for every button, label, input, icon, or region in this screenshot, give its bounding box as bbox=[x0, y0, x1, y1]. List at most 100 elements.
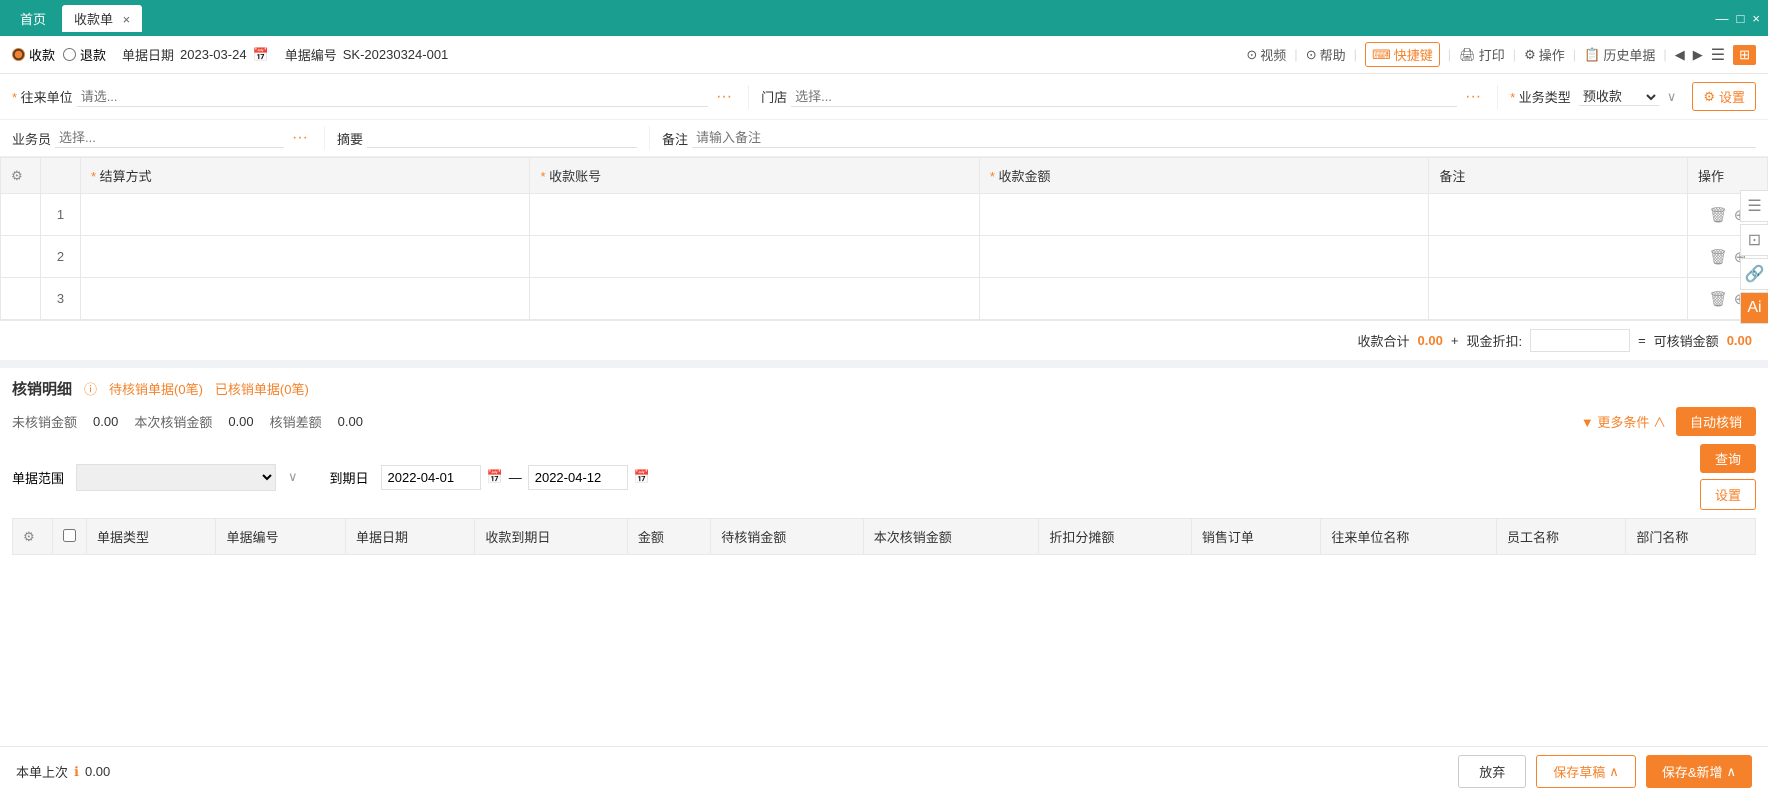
bottom-this-amount-header: 本次核销金额 bbox=[863, 519, 1039, 555]
auto-write-off-button[interactable]: 自动核销 bbox=[1676, 407, 1756, 436]
counterparty-input[interactable] bbox=[77, 87, 708, 107]
video-btn[interactable]: ⊙ 视频 bbox=[1246, 45, 1286, 64]
amount-cell-3[interactable] bbox=[979, 278, 1428, 320]
summary-input[interactable] bbox=[367, 128, 637, 148]
delete-icon-1[interactable]: 🗑 bbox=[1709, 206, 1728, 224]
footer: 本单上次 ℹ 0.00 放弃 保存草稿 ∧ 保存&新增 ∧ bbox=[0, 746, 1768, 796]
receipt-refund-toggle: 收款 退款 bbox=[12, 45, 106, 64]
store-more-icon[interactable]: ··· bbox=[1461, 88, 1485, 106]
query-button[interactable]: 查询 bbox=[1700, 444, 1756, 473]
store-field: 门店 ··· bbox=[761, 87, 1485, 107]
nav-left-icon[interactable]: ◀ bbox=[1675, 47, 1685, 63]
done-tab[interactable]: 已核销单据(0笔) bbox=[215, 379, 309, 398]
scope-select[interactable] bbox=[76, 464, 276, 491]
right-float-btn-3[interactable]: 🔗 bbox=[1740, 258, 1768, 290]
row-settings-1 bbox=[1, 194, 41, 236]
action-btn[interactable]: ⚙ 操作 bbox=[1524, 45, 1565, 64]
footer-order-value: 0.00 bbox=[85, 764, 110, 779]
bottom-staff-header: 员工名称 bbox=[1496, 519, 1625, 555]
right-float-btn-4[interactable]: Ai bbox=[1740, 292, 1768, 324]
action-icon: ⚙ bbox=[1524, 47, 1536, 63]
footer-info-icon[interactable]: ℹ bbox=[74, 764, 79, 780]
receipt-table: ⚙ 结算方式 收款账号 收款金额 备注 操作 1 bbox=[0, 157, 1768, 320]
discount-input[interactable] bbox=[1530, 329, 1630, 352]
table-row: 2 🗑 ⊕ bbox=[1, 236, 1768, 278]
delete-icon-2[interactable]: 🗑 bbox=[1709, 248, 1728, 266]
delete-icon-3[interactable]: 🗑 bbox=[1709, 290, 1728, 308]
close-tab-icon[interactable]: × bbox=[123, 12, 131, 27]
abandon-button[interactable]: 放弃 bbox=[1458, 755, 1526, 788]
nav-tab-home[interactable]: 首页 bbox=[8, 5, 58, 32]
table-row: 1 🗑 ⊕ bbox=[1, 194, 1768, 236]
payment-method-cell-3[interactable] bbox=[81, 278, 530, 320]
pending-tab[interactable]: 待核销单据(0笔) bbox=[109, 379, 203, 398]
window-close-icon[interactable]: × bbox=[1752, 11, 1760, 26]
info-icon[interactable]: ⓘ bbox=[84, 379, 97, 398]
bottom-gear-icon[interactable]: ⚙ bbox=[23, 529, 35, 544]
calendar-icon[interactable]: 📅 bbox=[253, 47, 269, 63]
date-range: 📅 — 📅 bbox=[381, 465, 650, 490]
more-conditions-btn[interactable]: ▼ 更多条件 ∧ bbox=[1581, 412, 1666, 431]
bottom-checkbox-header bbox=[53, 519, 87, 555]
staff-more-icon[interactable]: ··· bbox=[288, 129, 312, 147]
print-icon: 🖨 bbox=[1459, 47, 1476, 63]
bottom-discount-header: 折扣分摊额 bbox=[1039, 519, 1192, 555]
settings-button[interactable]: ⚙ 设置 bbox=[1692, 82, 1756, 111]
history-btn[interactable]: 📋 历史单据 bbox=[1584, 45, 1655, 64]
calendar-from-icon[interactable]: 📅 bbox=[487, 469, 503, 485]
right-float-btn-2[interactable]: ⊡ bbox=[1740, 224, 1768, 256]
help-btn[interactable]: ⊙ 帮助 bbox=[1306, 45, 1346, 64]
note-cell-2[interactable] bbox=[1429, 236, 1688, 278]
verification-settings-button[interactable]: 设置 bbox=[1700, 479, 1756, 510]
maximize-icon[interactable]: □ bbox=[1737, 11, 1745, 26]
scope-chevron-icon: ∨ bbox=[288, 469, 298, 485]
row-settings-2 bbox=[1, 236, 41, 278]
account-cell-3[interactable] bbox=[530, 278, 979, 320]
note-cell-3[interactable] bbox=[1429, 278, 1688, 320]
date-to-input[interactable] bbox=[528, 465, 628, 490]
bottom-voucher-no-header: 单据编号 bbox=[216, 519, 345, 555]
receipt-radio[interactable]: 收款 bbox=[12, 45, 55, 64]
payment-method-cell-1[interactable] bbox=[81, 194, 530, 236]
table-gear-icon[interactable]: ⚙ bbox=[11, 168, 23, 183]
counterparty-more-icon[interactable]: ··· bbox=[712, 88, 736, 106]
amount-cell-2[interactable] bbox=[979, 236, 1428, 278]
bottom-amount-header: 金额 bbox=[627, 519, 710, 555]
history-icon: 📋 bbox=[1584, 47, 1600, 63]
account-cell-1[interactable] bbox=[530, 194, 979, 236]
date-from-input[interactable] bbox=[381, 465, 481, 490]
save-new-button[interactable]: 保存&新增 ∧ bbox=[1646, 755, 1752, 788]
list-view-icon[interactable]: ☰ bbox=[1711, 45, 1725, 65]
gear-icon: ⚙ bbox=[1703, 89, 1715, 105]
note-input[interactable] bbox=[692, 128, 1756, 148]
print-btn[interactable]: 🖨 打印 bbox=[1459, 45, 1505, 64]
row-num-1: 1 bbox=[41, 194, 81, 236]
footer-left: 本单上次 ℹ 0.00 bbox=[16, 762, 110, 781]
split-view-icon[interactable]: ⊞ bbox=[1733, 45, 1756, 65]
top-nav: 首页 收款单 × — □ × bbox=[0, 0, 1768, 36]
receipt-table-section: ⚙ 结算方式 收款账号 收款金额 备注 操作 1 bbox=[0, 157, 1768, 320]
save-draft-button[interactable]: 保存草稿 ∧ bbox=[1536, 755, 1636, 788]
shortcut-btn[interactable]: ⌨ 快捷键 bbox=[1365, 42, 1440, 67]
minimize-icon[interactable]: — bbox=[1716, 11, 1729, 26]
nav-right-icon[interactable]: ▶ bbox=[1693, 47, 1703, 63]
nav-tab-receipt[interactable]: 收款单 × bbox=[62, 5, 142, 32]
right-float-btn-1[interactable]: ☰ bbox=[1740, 190, 1768, 222]
filter-row: 单据范围 ∨ 到期日 📅 — 📅 查询 设置 bbox=[12, 444, 1756, 510]
account-cell-2[interactable] bbox=[530, 236, 979, 278]
table-rownum-header bbox=[41, 158, 81, 194]
business-type-select[interactable]: 预收款 bbox=[1579, 88, 1659, 106]
staff-input[interactable] bbox=[55, 128, 284, 148]
form-row-2: 业务员 ··· 摘要 备注 bbox=[0, 120, 1768, 157]
select-all-checkbox[interactable] bbox=[63, 529, 76, 542]
bottom-voucher-date-header: 单据日期 bbox=[345, 519, 474, 555]
footer-right: 放弃 保存草稿 ∧ 保存&新增 ∧ bbox=[1458, 755, 1752, 788]
refund-radio[interactable]: 退款 bbox=[63, 45, 106, 64]
note-cell-1[interactable] bbox=[1429, 194, 1688, 236]
stats-row: 未核销金额 0.00 本次核销金额 0.00 核销差额 0.00 ▼ 更多条件 … bbox=[12, 407, 1756, 436]
payment-method-cell-2[interactable] bbox=[81, 236, 530, 278]
table-note-header: 备注 bbox=[1429, 158, 1688, 194]
amount-cell-1[interactable] bbox=[979, 194, 1428, 236]
store-input[interactable] bbox=[791, 87, 1457, 107]
calendar-to-icon[interactable]: 📅 bbox=[634, 469, 650, 485]
